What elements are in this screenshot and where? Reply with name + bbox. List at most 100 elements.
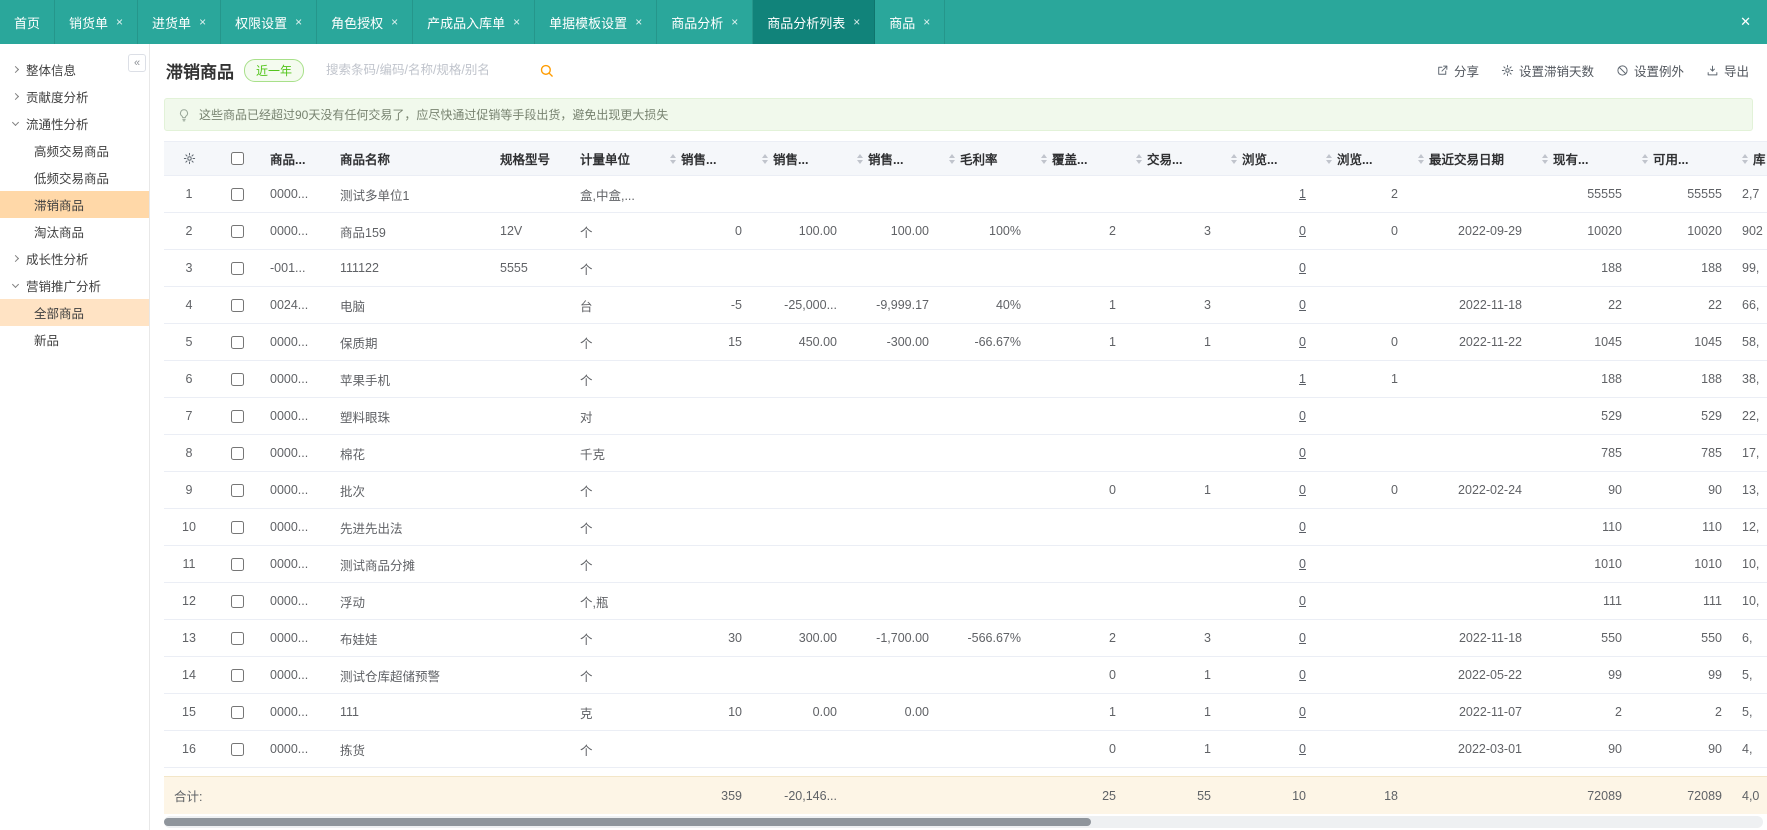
row-checkbox[interactable] — [230, 520, 244, 534]
nav-tab[interactable]: 进货单 × — [138, 0, 222, 44]
row-checkbox[interactable] — [230, 631, 244, 645]
sidebar-item[interactable]: 整体信息 — [0, 56, 149, 83]
tab-close-icon[interactable]: × — [853, 16, 860, 28]
sidebar-item[interactable]: 高频交易商品 — [0, 137, 149, 164]
tab-close-icon[interactable]: × — [199, 16, 206, 28]
sort-icon[interactable] — [1326, 153, 1332, 164]
action-button[interactable]: 导出 — [1706, 61, 1749, 80]
row-checkbox[interactable] — [230, 298, 244, 312]
column-header-stock[interactable]: 库 — [1732, 142, 1767, 176]
nav-tab[interactable]: 角色授权 × — [317, 0, 414, 44]
sidebar-item[interactable]: 成长性分析 — [0, 245, 149, 272]
sidebar-item[interactable]: 新品 — [0, 326, 149, 353]
column-header-avail[interactable]: 可用... — [1632, 142, 1732, 176]
row-checkbox[interactable] — [230, 261, 244, 275]
sort-icon[interactable] — [1542, 153, 1548, 164]
column-header-views[interactable]: 浏览... — [1221, 142, 1316, 176]
row-checkbox[interactable] — [230, 705, 244, 719]
views-link[interactable]: 0 — [1299, 557, 1306, 571]
scrollbar-thumb[interactable] — [164, 818, 1092, 826]
gear-icon[interactable] — [183, 152, 196, 165]
views-link[interactable]: 0 — [1299, 705, 1306, 719]
sort-icon[interactable] — [1418, 153, 1424, 164]
views-link[interactable]: 0 — [1299, 594, 1306, 608]
row-checkbox[interactable] — [230, 372, 244, 386]
views-link[interactable]: 0 — [1299, 298, 1306, 312]
sort-icon[interactable] — [1642, 153, 1648, 164]
column-header-check[interactable] — [214, 142, 260, 176]
sort-icon[interactable] — [1742, 153, 1748, 164]
search-icon[interactable] — [539, 63, 554, 78]
period-badge[interactable]: 近一年 — [244, 58, 305, 82]
sidebar-item[interactable]: 营销推广分析 — [0, 272, 149, 299]
tab-close-icon[interactable]: × — [513, 16, 520, 28]
search-input[interactable] — [326, 63, 532, 77]
row-checkbox[interactable] — [230, 594, 244, 608]
sidebar-item[interactable]: 低频交易商品 — [0, 164, 149, 191]
column-header-onhand[interactable]: 现有... — [1532, 142, 1632, 176]
row-checkbox[interactable] — [230, 409, 244, 423]
views-link[interactable]: 0 — [1299, 483, 1306, 497]
sidebar-item[interactable]: 滞销商品 — [0, 191, 149, 218]
sort-icon[interactable] — [1231, 153, 1237, 164]
tab-close-icon[interactable]: × — [116, 16, 123, 28]
row-checkbox[interactable] — [230, 187, 244, 201]
column-header-lastDate[interactable]: 最近交易日期 — [1408, 142, 1532, 176]
views-link[interactable]: 0 — [1299, 446, 1306, 460]
tab-close-icon[interactable]: × — [923, 16, 930, 28]
column-header-amount[interactable]: 销售... — [752, 142, 847, 176]
row-checkbox[interactable] — [230, 668, 244, 682]
sort-icon[interactable] — [762, 153, 768, 164]
views-link[interactable]: 0 — [1299, 668, 1306, 682]
column-header-qty[interactable]: 销售... — [660, 142, 752, 176]
row-checkbox[interactable] — [230, 224, 244, 238]
nav-tab[interactable]: 销货单 × — [55, 0, 139, 44]
nav-tab[interactable]: 权限设置 × — [221, 0, 318, 44]
row-checkbox[interactable] — [230, 742, 244, 756]
nav-tab[interactable]: 商品 × — [875, 0, 946, 44]
column-header-coverage[interactable]: 覆盖... — [1031, 142, 1126, 176]
views-link[interactable]: 0 — [1299, 742, 1306, 756]
nav-tab[interactable]: 商品分析 × — [657, 0, 754, 44]
views-link[interactable]: 0 — [1299, 520, 1306, 534]
action-button[interactable]: 设置滞销天数 — [1501, 61, 1594, 80]
nav-tab[interactable]: 商品分析列表 × — [753, 0, 876, 44]
close-icon[interactable]: ✕ — [1740, 14, 1751, 30]
sort-icon[interactable] — [1041, 153, 1047, 164]
horizontal-scrollbar[interactable] — [164, 816, 1763, 828]
column-header-views2[interactable]: 浏览... — [1316, 142, 1408, 176]
sort-icon[interactable] — [670, 153, 676, 164]
tab-close-icon[interactable]: × — [731, 16, 738, 28]
row-checkbox[interactable] — [230, 557, 244, 571]
row-checkbox[interactable] — [230, 335, 244, 349]
column-header-profit[interactable]: 销售... — [847, 142, 939, 176]
nav-tab[interactable]: 产成品入库单 × — [413, 0, 536, 44]
nav-tab[interactable]: 首页 — [0, 0, 56, 44]
tab-close-icon[interactable]: × — [391, 16, 398, 28]
column-header-trade[interactable]: 交易... — [1126, 142, 1221, 176]
sort-icon[interactable] — [857, 153, 863, 164]
views-link[interactable]: 1 — [1299, 372, 1306, 386]
sidebar-item[interactable]: 流通性分析 — [0, 110, 149, 137]
views-link[interactable]: 0 — [1299, 631, 1306, 645]
column-header-margin[interactable]: 毛利率 — [939, 142, 1031, 176]
views-link[interactable]: 0 — [1299, 261, 1306, 275]
views-link[interactable]: 0 — [1299, 335, 1306, 349]
tab-close-icon[interactable]: × — [635, 16, 642, 28]
sidebar-item[interactable]: 全部商品 — [0, 299, 149, 326]
nav-tab[interactable]: 单据模板设置 × — [535, 0, 658, 44]
tab-close-icon[interactable]: × — [295, 16, 302, 28]
row-checkbox[interactable] — [230, 446, 244, 460]
sidebar-item[interactable]: 淘汰商品 — [0, 218, 149, 245]
sort-icon[interactable] — [949, 153, 955, 164]
sort-icon[interactable] — [1136, 153, 1142, 164]
sidebar-item[interactable]: 贡献度分析 — [0, 83, 149, 110]
select-all-checkbox[interactable] — [230, 152, 244, 165]
sidebar-collapse-button[interactable]: « — [128, 54, 146, 72]
views-link[interactable]: 1 — [1299, 187, 1306, 201]
row-checkbox[interactable] — [230, 483, 244, 497]
views-link[interactable]: 0 — [1299, 224, 1306, 238]
column-header-num[interactable] — [164, 142, 214, 176]
views-link[interactable]: 0 — [1299, 409, 1306, 423]
action-button[interactable]: 设置例外 — [1616, 61, 1684, 80]
